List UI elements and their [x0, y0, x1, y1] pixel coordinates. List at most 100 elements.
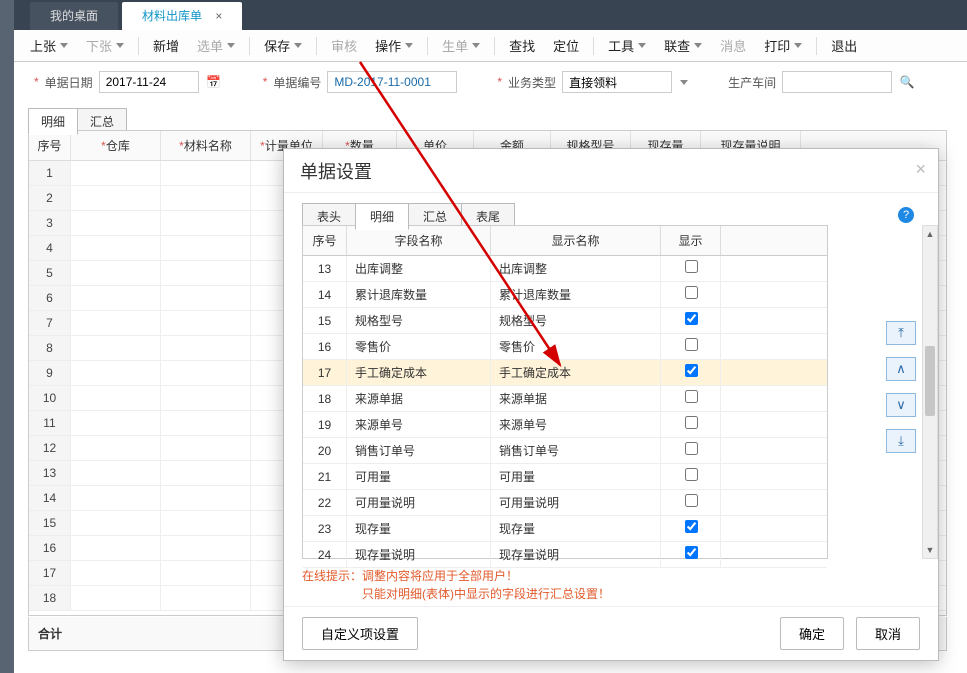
field-name-cell[interactable]: 可用量	[347, 464, 491, 490]
scroll-thumb[interactable]	[925, 346, 935, 416]
field-name-cell[interactable]: 现存量说明	[347, 542, 491, 568]
mcol-seq: 序号	[303, 226, 347, 255]
show-checkbox-cell[interactable]	[661, 542, 721, 568]
reorder-buttons: ⤒ ∧ ∨ ⤓	[886, 321, 916, 453]
show-checkbox[interactable]	[685, 390, 698, 403]
modal-grid-header: 序号 字段名称 显示名称 显示	[303, 226, 827, 256]
row-seq: 22	[303, 490, 347, 516]
show-checkbox-cell[interactable]	[661, 386, 721, 412]
tip-line-2: 只能对明细(表体)中显示的字段进行汇总设置！	[302, 585, 610, 603]
modal-grid-body: 13出库调整出库调整14累计退库数量累计退库数量15规格型号规格型号16零售价零…	[303, 256, 827, 568]
table-row[interactable]: 22可用量说明可用量说明	[303, 490, 827, 516]
field-name-cell[interactable]: 来源单据	[347, 386, 491, 412]
modal-header: 单据设置 ×	[284, 149, 938, 193]
field-name-cell[interactable]: 销售订单号	[347, 438, 491, 464]
mtab-detail[interactable]: 明细	[355, 203, 409, 230]
show-checkbox-cell[interactable]	[661, 516, 721, 542]
mcol-show: 显示	[661, 226, 721, 255]
show-checkbox-cell[interactable]	[661, 334, 721, 360]
show-checkbox[interactable]	[685, 260, 698, 273]
move-up-button[interactable]: ∧	[886, 357, 916, 381]
display-name-cell[interactable]: 零售价	[491, 334, 661, 360]
display-name-cell[interactable]: 累计退库数量	[491, 282, 661, 308]
display-name-cell[interactable]: 出库调整	[491, 256, 661, 282]
table-row[interactable]: 19来源单号来源单号	[303, 412, 827, 438]
custom-fields-button[interactable]: 自定义项设置	[302, 617, 418, 650]
show-checkbox[interactable]	[685, 468, 698, 481]
field-name-cell[interactable]: 现存量	[347, 516, 491, 542]
display-name-cell[interactable]: 可用量说明	[491, 490, 661, 516]
field-name-cell[interactable]: 来源单号	[347, 412, 491, 438]
tip-line-1: 在线提示：调整内容将应用于全部用户！	[302, 567, 610, 585]
move-top-button[interactable]: ⤒	[886, 321, 916, 345]
show-checkbox[interactable]	[685, 546, 698, 559]
table-row[interactable]: 18来源单据来源单据	[303, 386, 827, 412]
display-name-cell[interactable]: 来源单据	[491, 386, 661, 412]
row-seq: 15	[303, 308, 347, 334]
show-checkbox[interactable]	[685, 364, 698, 377]
display-name-cell[interactable]: 现存量说明	[491, 542, 661, 568]
row-seq: 21	[303, 464, 347, 490]
row-seq: 20	[303, 438, 347, 464]
table-row[interactable]: 16零售价零售价	[303, 334, 827, 360]
help-icon[interactable]: ?	[898, 207, 914, 223]
show-checkbox[interactable]	[685, 494, 698, 507]
row-seq: 14	[303, 282, 347, 308]
table-row[interactable]: 17手工确定成本手工确定成本	[303, 360, 827, 386]
row-seq: 17	[303, 360, 347, 386]
show-checkbox[interactable]	[685, 312, 698, 325]
move-down-button[interactable]: ∨	[886, 393, 916, 417]
table-row[interactable]: 23现存量现存量	[303, 516, 827, 542]
show-checkbox-cell[interactable]	[661, 412, 721, 438]
table-row[interactable]: 14累计退库数量累计退库数量	[303, 282, 827, 308]
mcol-display: 显示名称	[491, 226, 661, 255]
table-row[interactable]: 15规格型号规格型号	[303, 308, 827, 334]
show-checkbox-cell[interactable]	[661, 282, 721, 308]
display-name-cell[interactable]: 销售订单号	[491, 438, 661, 464]
field-name-cell[interactable]: 手工确定成本	[347, 360, 491, 386]
display-name-cell[interactable]: 来源单号	[491, 412, 661, 438]
show-checkbox-cell[interactable]	[661, 464, 721, 490]
scroll-down-icon[interactable]: ▼	[923, 542, 937, 558]
modal-title: 单据设置	[300, 158, 372, 184]
display-name-cell[interactable]: 规格型号	[491, 308, 661, 334]
row-seq: 16	[303, 334, 347, 360]
show-checkbox-cell[interactable]	[661, 308, 721, 334]
scrollbar[interactable]: ▲ ▼	[922, 225, 938, 559]
field-name-cell[interactable]: 累计退库数量	[347, 282, 491, 308]
field-name-cell[interactable]: 出库调整	[347, 256, 491, 282]
display-name-cell[interactable]: 可用量	[491, 464, 661, 490]
row-seq: 24	[303, 542, 347, 568]
show-checkbox-cell[interactable]	[661, 490, 721, 516]
ok-button[interactable]: 确定	[780, 617, 844, 650]
show-checkbox[interactable]	[685, 338, 698, 351]
show-checkbox-cell[interactable]	[661, 360, 721, 386]
tab-detail[interactable]: 明细	[28, 108, 78, 135]
modal-footer: 自定义项设置 确定 取消	[284, 606, 938, 660]
row-seq: 13	[303, 256, 347, 282]
close-icon[interactable]: ×	[915, 159, 926, 180]
show-checkbox-cell[interactable]	[661, 438, 721, 464]
row-seq: 19	[303, 412, 347, 438]
table-row[interactable]: 13出库调整出库调整	[303, 256, 827, 282]
row-seq: 18	[303, 386, 347, 412]
row-seq: 23	[303, 516, 347, 542]
show-checkbox-cell[interactable]	[661, 256, 721, 282]
cancel-button[interactable]: 取消	[856, 617, 920, 650]
show-checkbox[interactable]	[685, 520, 698, 533]
settings-modal: 单据设置 × ? 表头 明细 汇总 表尾 序号 字段名称 显示名称 显示 13出…	[283, 148, 939, 661]
show-checkbox[interactable]	[685, 416, 698, 429]
field-name-cell[interactable]: 规格型号	[347, 308, 491, 334]
field-name-cell[interactable]: 可用量说明	[347, 490, 491, 516]
table-row[interactable]: 24现存量说明现存量说明	[303, 542, 827, 568]
display-name-cell[interactable]: 现存量	[491, 516, 661, 542]
display-name-cell[interactable]: 手工确定成本	[491, 360, 661, 386]
field-name-cell[interactable]: 零售价	[347, 334, 491, 360]
table-row[interactable]: 20销售订单号销售订单号	[303, 438, 827, 464]
move-bottom-button[interactable]: ⤓	[886, 429, 916, 453]
scroll-up-icon[interactable]: ▲	[923, 226, 937, 242]
modal-grid: 序号 字段名称 显示名称 显示 13出库调整出库调整14累计退库数量累计退库数量…	[302, 225, 828, 559]
show-checkbox[interactable]	[685, 286, 698, 299]
show-checkbox[interactable]	[685, 442, 698, 455]
table-row[interactable]: 21可用量可用量	[303, 464, 827, 490]
